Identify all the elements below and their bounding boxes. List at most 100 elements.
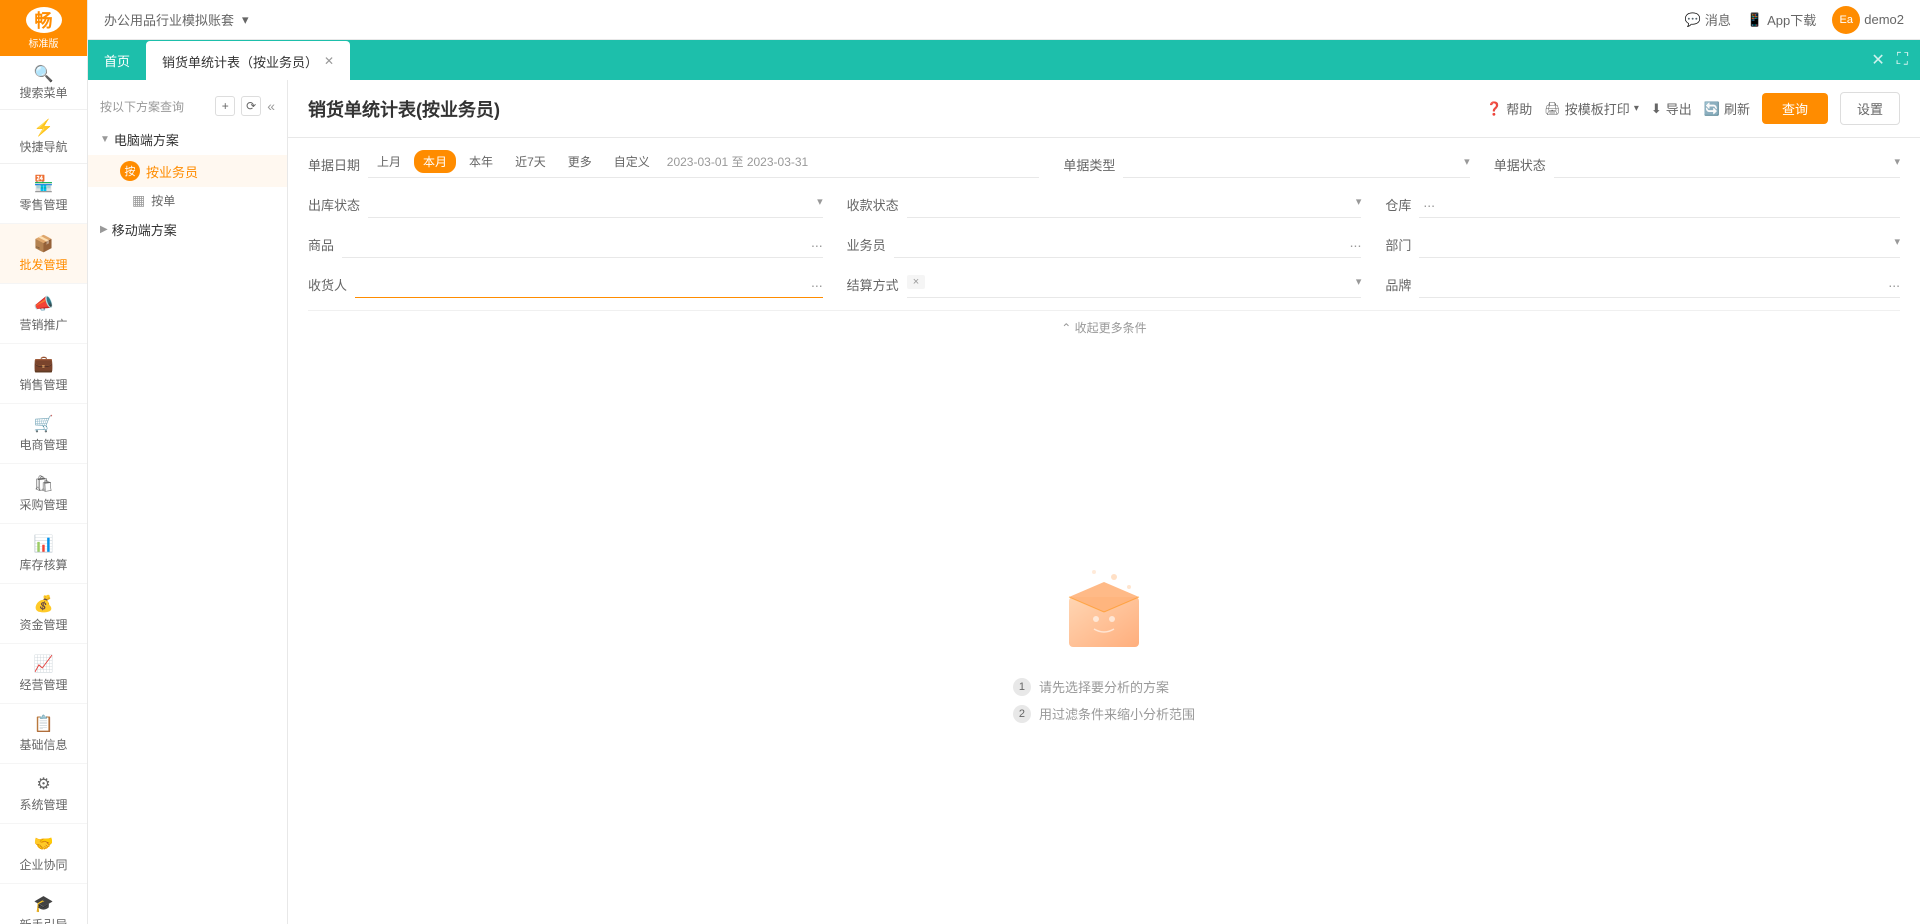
- industry-dropdown[interactable]: ▾: [242, 12, 249, 28]
- sidebar-item-wholesale[interactable]: 📦 批发管理: [0, 224, 87, 284]
- tree-pc-parent[interactable]: ▼ 电脑端方案: [88, 124, 287, 155]
- sidebar-item-operations[interactable]: 📈 经营管理: [0, 644, 87, 704]
- warehouse-dropdown[interactable]: ...: [1419, 194, 1900, 210]
- warehouse-control[interactable]: ...: [1419, 190, 1900, 218]
- sidebar-item-retail[interactable]: 🏪 零售管理: [0, 164, 87, 224]
- doc-type-dropdown[interactable]: ▾: [1123, 155, 1469, 168]
- app-download-btn[interactable]: 📱 App下载: [1747, 10, 1816, 29]
- page-content: 按以下方案查询 + ⟳ « ▼ 电脑端方案: [88, 80, 1920, 924]
- sidebar-search[interactable]: 🔍 搜索菜单: [0, 56, 87, 110]
- dept-control[interactable]: ▾: [1419, 230, 1900, 258]
- goods-dots[interactable]: ...: [811, 234, 823, 250]
- industry-label: 办公用品行业模拟账套: [104, 10, 234, 29]
- guide-icon: 🎓: [34, 894, 54, 914]
- tip-text-1: 请先选择要分析的方案: [1039, 677, 1169, 696]
- date-btn-this-month[interactable]: 本月: [414, 150, 456, 173]
- sidebar-item-basic-info[interactable]: 📋 基础信息: [0, 704, 87, 764]
- purchase-icon: 🛍: [33, 474, 53, 494]
- salesperson-dropdown[interactable]: ...: [894, 234, 1362, 250]
- filter-form: 单据日期 上月 本月 本年 近7天 更多 自定义 2023-03-01 至 20…: [288, 138, 1920, 356]
- sidebar-item-inventory[interactable]: 📊 库存核算: [0, 524, 87, 584]
- consignee-control[interactable]: ...: [355, 270, 823, 298]
- date-btn-this-year[interactable]: 本年: [460, 150, 502, 173]
- doc-status-dropdown[interactable]: ▾: [1554, 155, 1900, 168]
- doc-status-control[interactable]: ▾: [1554, 150, 1900, 178]
- avatar-initials: Ea: [1840, 14, 1853, 26]
- tree-pc-section: ▼ 电脑端方案 按 按业务员 ▦ 按单: [88, 124, 287, 214]
- brand-control[interactable]: ...: [1419, 270, 1900, 298]
- date-btn-last-month[interactable]: 上月: [368, 150, 410, 173]
- query-button[interactable]: 查询: [1762, 93, 1828, 124]
- tab-home[interactable]: 首页: [88, 40, 146, 80]
- payment-status-control[interactable]: ▾: [907, 190, 1362, 218]
- collapse-panel-btn[interactable]: «: [267, 98, 275, 114]
- user-profile[interactable]: Ea demo2: [1832, 6, 1904, 34]
- sidebar-item-enterprise[interactable]: 🤝 企业协同: [0, 824, 87, 884]
- out-status-dropdown[interactable]: ▾: [368, 195, 823, 208]
- dept-dropdown[interactable]: ▾: [1419, 235, 1900, 248]
- tree-grandchild-order[interactable]: ▦ 按单: [88, 187, 287, 214]
- add-scheme-btn[interactable]: +: [215, 96, 235, 116]
- sidebar-label-wholesale: 批发管理: [19, 256, 67, 273]
- message-btn[interactable]: 💬 消息: [1685, 10, 1731, 29]
- doc-type-control[interactable]: ▾: [1123, 150, 1469, 178]
- settlement-tag: ×: [907, 275, 925, 289]
- consignee-dropdown[interactable]: ...: [355, 274, 823, 290]
- consignee-dots[interactable]: ...: [811, 274, 823, 290]
- sidebar-item-finance[interactable]: 💰 资金管理: [0, 584, 87, 644]
- refresh-scheme-btn[interactable]: ⟳: [241, 96, 261, 116]
- system-icon: ⚙: [36, 774, 50, 794]
- dept-filter-item: 部门 ▾: [1385, 230, 1900, 258]
- help-btn[interactable]: ❓ 帮助: [1486, 99, 1532, 118]
- date-btn-custom[interactable]: 自定义: [605, 150, 659, 173]
- warehouse-dots[interactable]: ...: [1423, 194, 1435, 210]
- salesperson-dots[interactable]: ...: [1350, 234, 1362, 250]
- sidebar-item-ecommerce[interactable]: 🛒 电商管理: [0, 404, 87, 464]
- salesperson-scheme-icon: 按: [120, 161, 140, 181]
- settlement-control[interactable]: × ▾: [907, 270, 1362, 298]
- brand-dots[interactable]: ...: [1888, 274, 1900, 290]
- settings-button[interactable]: 设置: [1840, 92, 1900, 125]
- tab-close-icon[interactable]: ✕: [324, 54, 334, 68]
- brand-dropdown[interactable]: ...: [1419, 274, 1900, 290]
- sidebar-item-guide[interactable]: 🎓 新手引导: [0, 884, 87, 924]
- tree-mobile-label: 移动端方案: [112, 220, 177, 239]
- refresh-page-icon: 🔄: [1704, 101, 1720, 117]
- goods-control[interactable]: ...: [342, 230, 823, 258]
- tree-child-salesperson[interactable]: 按 按业务员: [88, 155, 287, 187]
- tab-minimize-icon[interactable]: ✕: [1867, 46, 1888, 74]
- payment-status-dropdown[interactable]: ▾: [907, 195, 1362, 208]
- refresh-page-btn[interactable]: 🔄 刷新: [1704, 99, 1750, 118]
- right-panel: 销货单统计表(按业务员) ❓ 帮助 🖨 按模板打印 ▾ ⬇: [288, 80, 1920, 924]
- date-btn-more[interactable]: 更多: [559, 150, 601, 173]
- template-print-btn[interactable]: 🖨 按模板打印 ▾: [1544, 99, 1639, 118]
- tree-expand-icon: ▼: [100, 134, 110, 145]
- filter-row-1: 单据日期 上月 本月 本年 近7天 更多 自定义 2023-03-01 至 20…: [308, 150, 1900, 178]
- settlement-tag-close[interactable]: ×: [913, 276, 919, 288]
- date-filter-item: 单据日期 上月 本月 本年 近7天 更多 自定义 2023-03-01 至 20…: [308, 150, 1039, 178]
- sidebar-item-sales[interactable]: 💼 销售管理: [0, 344, 87, 404]
- app-logo[interactable]: 畅 标准版: [0, 0, 87, 56]
- tree-child-order-label: 按单: [151, 192, 175, 209]
- date-range-display: 2023-03-01 至 2023-03-31: [667, 153, 808, 170]
- warehouse-label: 仓库: [1385, 195, 1411, 214]
- brand-label: 品牌: [1385, 275, 1411, 294]
- tab-sales-report[interactable]: 销货单统计表（按业务员） ✕: [146, 41, 350, 81]
- avatar: Ea: [1832, 6, 1860, 34]
- doc-status-arrow: ▾: [1894, 155, 1900, 168]
- sidebar-item-purchase[interactable]: 🛍 采购管理: [0, 464, 87, 524]
- salesperson-control[interactable]: ...: [894, 230, 1362, 258]
- goods-dropdown[interactable]: ...: [342, 234, 823, 250]
- tree-mobile-parent[interactable]: ▶ 移动端方案: [88, 214, 287, 245]
- sidebar-item-system[interactable]: ⚙ 系统管理: [0, 764, 87, 824]
- out-status-control[interactable]: ▾: [368, 190, 823, 218]
- date-btn-last-7days[interactable]: 近7天: [506, 150, 555, 173]
- operations-icon: 📈: [34, 654, 54, 674]
- settlement-dropdown[interactable]: × ▾: [907, 275, 1362, 289]
- sidebar-quick-nav[interactable]: ⚡ 快捷导航: [0, 110, 87, 164]
- export-btn[interactable]: ⬇ 导出: [1651, 99, 1692, 118]
- tab-maximize-icon[interactable]: ⛶: [1893, 47, 1912, 73]
- collapse-more-btn[interactable]: ⌃ 收起更多条件: [308, 310, 1900, 344]
- empty-tips: 1 请先选择要分析的方案 2 用过滤条件来缩小分析范围: [1013, 677, 1195, 723]
- sidebar-item-marketing[interactable]: 📣 营销推广: [0, 284, 87, 344]
